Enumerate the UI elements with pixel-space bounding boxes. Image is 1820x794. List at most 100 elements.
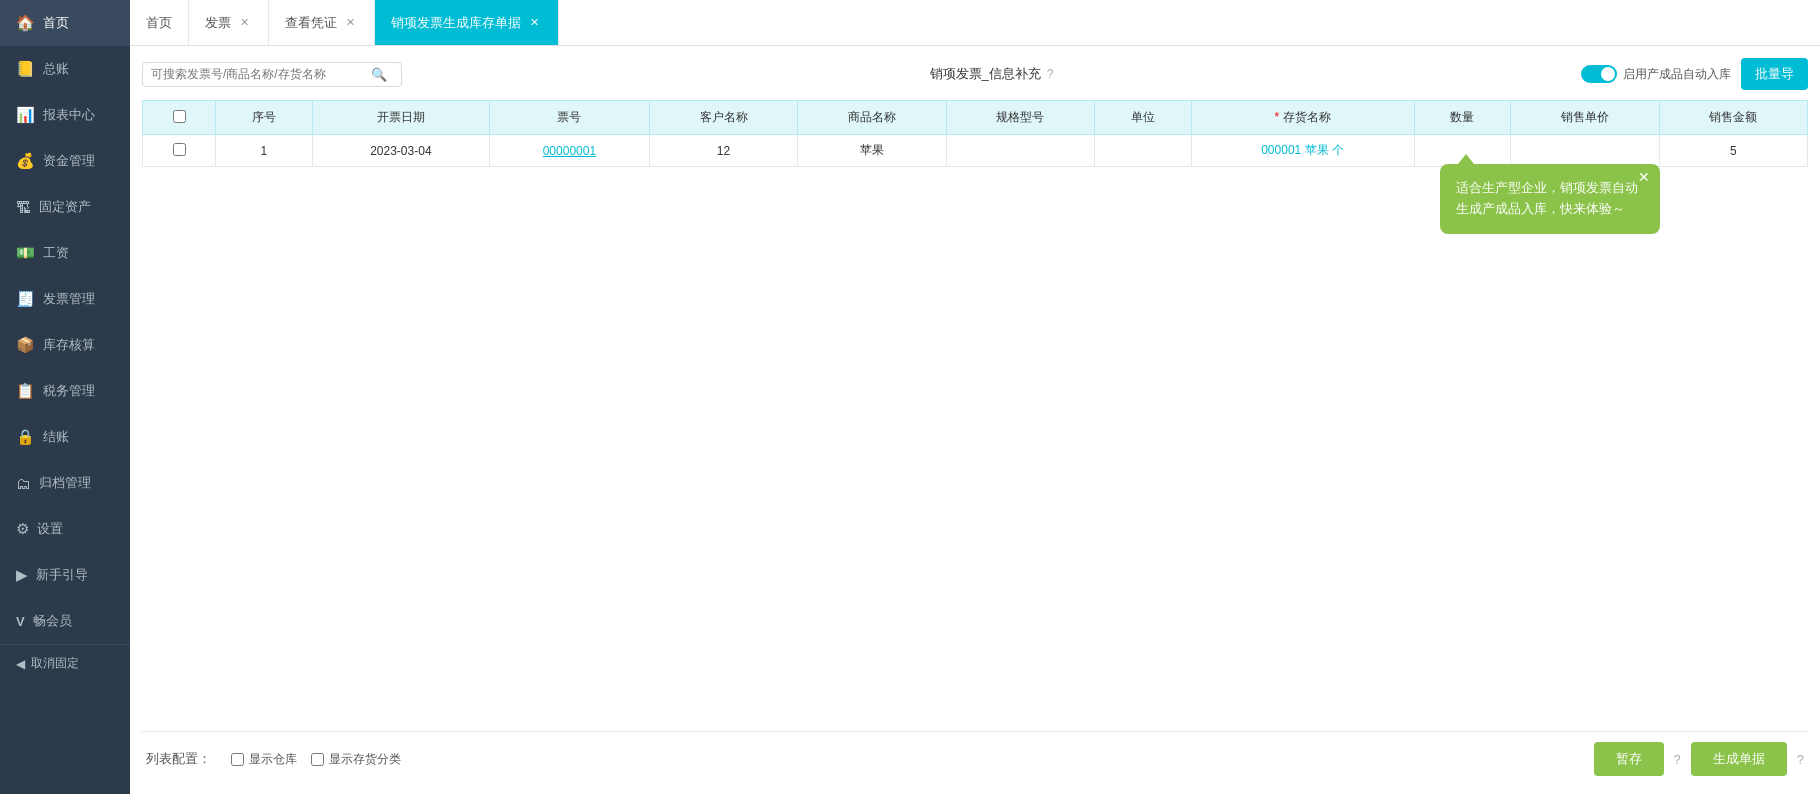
tooltip-arrow [1458,154,1474,164]
row-amount: 5 [1659,135,1807,167]
sidebar-item-label: 新手引导 [36,566,88,584]
auto-stock-toggle[interactable] [1581,65,1617,83]
sidebar-item-guide[interactable]: ▶ 新手引导 [0,552,130,598]
generate-help-icon[interactable]: ? [1797,752,1804,767]
row-ticket-no[interactable]: 00000001 [489,135,649,167]
header-checkbox [143,101,216,135]
show-warehouse-label[interactable]: 显示仓库 [231,751,297,768]
sidebar-item-label: 税务管理 [43,382,95,400]
tab-stock-entry-close[interactable]: ✕ [527,15,542,30]
info-help-icon[interactable]: ? [1047,67,1054,81]
tab-invoice-close[interactable]: ✕ [237,15,252,30]
header-unit: 单位 [1094,101,1191,135]
guide-icon: ▶ [16,566,28,584]
tab-stock-entry[interactable]: 销项发票生成库存单据 ✕ [375,0,559,45]
header-unit-price: 销售单价 [1511,101,1659,135]
generate-button[interactable]: 生成单据 [1691,742,1787,776]
tab-voucher[interactable]: 查看凭证 ✕ [269,0,375,45]
right-controls: 启用产成品自动入库 批量导 [1581,58,1808,90]
header-customer: 客户名称 [649,101,797,135]
tab-voucher-close[interactable]: ✕ [343,15,358,30]
salary-icon: 💵 [16,244,35,262]
row-checkbox-cell [143,135,216,167]
search-wrap: 🔍 [142,62,402,87]
toggle-label: 启用产成品自动入库 [1623,66,1731,83]
sidebar-unpin-button[interactable]: ◀ 取消固定 [0,644,130,682]
table-row: 1 2023-03-04 00000001 12 苹果 000001 苹果 个 … [143,135,1808,167]
tax-icon: 📋 [16,382,35,400]
sidebar-item-label: 固定资产 [39,198,91,216]
sidebar-item-label: 库存核算 [43,336,95,354]
header-spec: 规格型号 [946,101,1094,135]
save-button[interactable]: 暂存 [1594,742,1664,776]
sidebar-item-tax[interactable]: 📋 税务管理 [0,368,130,414]
tab-home-label: 首页 [146,14,172,32]
save-help-icon[interactable]: ? [1674,752,1681,767]
sidebar-item-label: 结账 [43,428,69,446]
sidebar-item-label: 工资 [43,244,69,262]
tooltip-text: 适合生产型企业，销项发票自动生成产成品入库，快来体验～ [1456,180,1638,216]
header-inventory: 存货名称 [1191,101,1414,135]
show-warehouse-checkbox[interactable] [231,753,244,766]
main-area: 首页 发票 ✕ 查看凭证 ✕ 销项发票生成库存单据 ✕ 🔍 销项发票_信息补充 … [130,0,1820,794]
funds-icon: 💰 [16,152,35,170]
show-category-checkbox[interactable] [311,753,324,766]
table-body: 1 2023-03-04 00000001 12 苹果 000001 苹果 个 … [143,135,1808,167]
row-customer: 12 [649,135,797,167]
header-amount: 销售金额 [1659,101,1807,135]
sidebar-item-label: 首页 [43,14,69,32]
header-quantity: 数量 [1414,101,1511,135]
sidebar: 🏠 首页 📒 总账 📊 报表中心 💰 资金管理 🏗 固定资产 💵 工资 🧾 发票… [0,0,130,794]
info-label: 销项发票_信息补充 ? [930,65,1054,83]
tab-invoice-label: 发票 [205,14,231,32]
list-config: 列表配置： 显示仓库 显示存货分类 [146,750,401,768]
sidebar-item-label: 畅会员 [33,612,72,630]
archive-icon: 🗂 [16,475,31,492]
row-date: 2023-03-04 [312,135,489,167]
sidebar-item-assets[interactable]: 🏗 固定资产 [0,184,130,230]
sidebar-item-archive[interactable]: 🗂 归档管理 [0,460,130,506]
sidebar-item-label: 资金管理 [43,152,95,170]
tab-voucher-label: 查看凭证 [285,14,337,32]
row-seq: 1 [216,135,313,167]
sidebar-item-label: 设置 [37,520,63,538]
batch-import-button[interactable]: 批量导 [1741,58,1808,90]
sidebar-item-funds[interactable]: 💰 资金管理 [0,138,130,184]
info-label-text: 销项发票_信息补充 [930,65,1041,83]
header-seq: 序号 [216,101,313,135]
sidebar-item-label: 归档管理 [39,474,91,492]
unpin-label: 取消固定 [31,655,79,672]
header-product: 商品名称 [798,101,946,135]
invoice-icon: 🧾 [16,290,35,308]
show-category-label[interactable]: 显示存货分类 [311,751,401,768]
filter-row: 🔍 销项发票_信息补充 ? 启用产成品自动入库 批量导 [142,58,1808,90]
sidebar-item-invoice[interactable]: 🧾 发票管理 [0,276,130,322]
toggle-wrap: 启用产成品自动入库 [1581,65,1731,83]
sidebar-item-closing[interactable]: 🔒 结账 [0,414,130,460]
search-input[interactable] [151,67,371,81]
sidebar-item-label: 报表中心 [43,106,95,124]
sidebar-item-inventory[interactable]: 📦 库存核算 [0,322,130,368]
data-table: 序号 开票日期 票号 客户名称 商品名称 规格型号 单位 存货名称 数量 销售单… [142,100,1808,167]
list-config-label: 列表配置： [146,750,211,768]
sidebar-item-reports[interactable]: 📊 报表中心 [0,92,130,138]
sidebar-item-ledger[interactable]: 📒 总账 [0,46,130,92]
sidebar-item-home[interactable]: 🏠 首页 [0,0,130,46]
search-icon[interactable]: 🔍 [371,67,387,82]
content-area: 🔍 销项发票_信息补充 ? 启用产成品自动入库 批量导 [130,46,1820,794]
sidebar-item-member[interactable]: V 畅会员 [0,598,130,644]
sidebar-item-settings[interactable]: ⚙ 设置 [0,506,130,552]
header-ticket-no: 票号 [489,101,649,135]
select-all-checkbox[interactable] [173,110,186,123]
row-inventory[interactable]: 000001 苹果 个 [1191,135,1414,167]
sidebar-item-salary[interactable]: 💵 工资 [0,230,130,276]
table-header: 序号 开票日期 票号 客户名称 商品名称 规格型号 单位 存货名称 数量 销售单… [143,101,1808,135]
tab-home[interactable]: 首页 [130,0,189,45]
unpin-icon: ◀ [16,657,25,671]
tab-invoice[interactable]: 发票 ✕ [189,0,269,45]
closing-icon: 🔒 [16,428,35,446]
row-unit-price [1511,135,1659,167]
row-product: 苹果 [798,135,946,167]
row-checkbox[interactable] [173,143,186,156]
tooltip-close-icon[interactable]: ✕ [1638,170,1650,184]
